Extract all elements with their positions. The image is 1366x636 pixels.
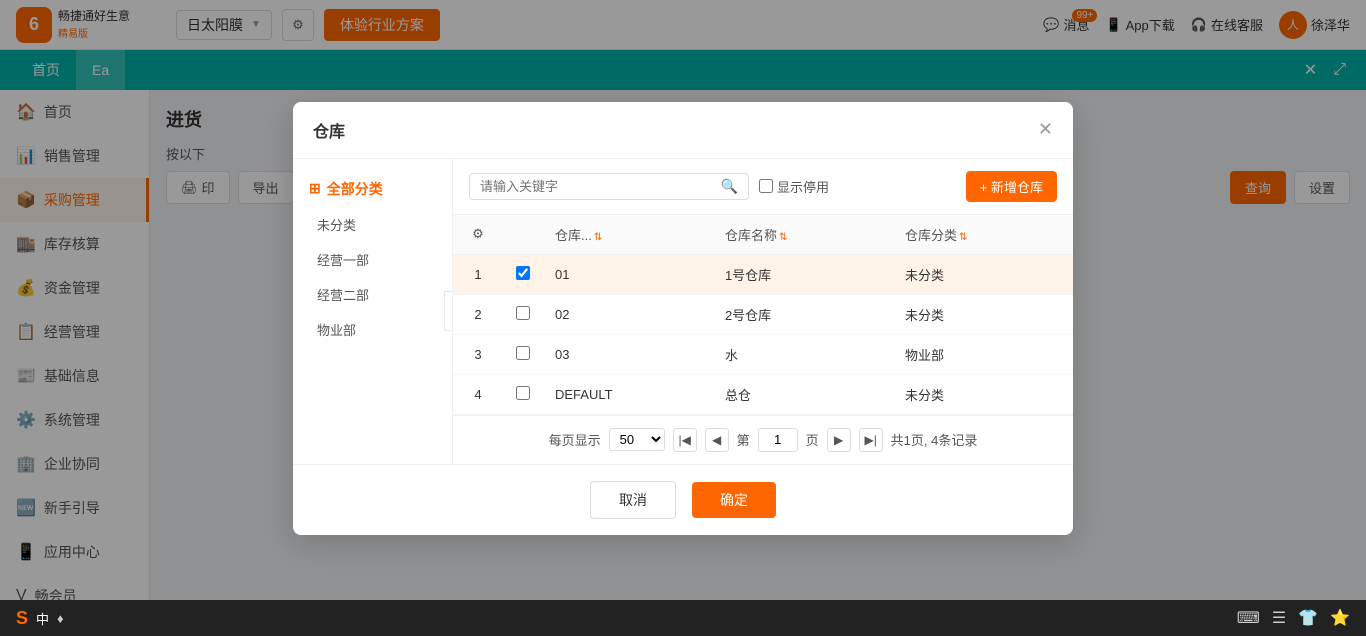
row-checkbox[interactable] (516, 386, 530, 400)
settings-col-icon: ⚙ (472, 226, 484, 241)
page-label: 第 (737, 430, 750, 449)
row-checkbox[interactable] (516, 266, 530, 280)
th-checkbox (503, 215, 543, 255)
cell-category: 未分类 (893, 374, 1073, 414)
cell-name: 总仓 (713, 374, 893, 414)
grid-icon: ⊞ (309, 180, 321, 197)
dialog-toolbar: 🔍 显示停用 + 新增仓库 (453, 159, 1073, 215)
row-checkbox[interactable] (516, 346, 530, 360)
pagination: 每页显示 501020100 |◀ ◀ 第 页 ▶ ▶| 共1页, 4条记录 (453, 415, 1073, 464)
add-warehouse-button[interactable]: + 新增仓库 (966, 171, 1057, 202)
page-unit: 页 (806, 430, 819, 449)
cell-category: 未分类 (893, 294, 1073, 334)
cell-name: 水 (713, 334, 893, 374)
cell-index: 4 (453, 374, 503, 414)
th-name[interactable]: 仓库名称⇅ (713, 215, 893, 255)
show-disabled-label[interactable]: 显示停用 (759, 177, 829, 196)
dialog-title: 仓库 (313, 118, 345, 142)
cell-index: 1 (453, 254, 503, 294)
page-input[interactable] (758, 428, 798, 452)
bottom-left: S 中 ♦ (16, 608, 64, 629)
cancel-button[interactable]: 取消 (590, 481, 676, 519)
table-header: ⚙ 仓库...⇅ 仓库名称⇅ 仓库分类⇅ (453, 215, 1073, 255)
table-row[interactable]: 3 03 水 物业部 (453, 334, 1073, 374)
cell-name: 1号仓库 (713, 254, 893, 294)
confirm-button[interactable]: 确定 (692, 482, 776, 518)
th-category[interactable]: 仓库分类⇅ (893, 215, 1073, 255)
cell-checkbox[interactable] (503, 374, 543, 414)
table-row[interactable]: 4 DEFAULT 总仓 未分类 (453, 374, 1073, 414)
cell-checkbox[interactable] (503, 254, 543, 294)
dialog-header: 仓库 ✕ (293, 102, 1073, 159)
tree-item-ops1[interactable]: 经营一部 (293, 242, 452, 277)
sort-category-icon: ⇅ (959, 232, 967, 243)
tree-item-ops2[interactable]: 经营二部 (293, 277, 452, 312)
cell-checkbox[interactable] (503, 334, 543, 374)
tree-root-item[interactable]: ⊞ 全部分类 (293, 171, 452, 207)
bottom-diamond-icon: ♦ (57, 611, 64, 626)
bottom-bar: S 中 ♦ ⌨ ☰ 👕 ⭐ (0, 600, 1366, 636)
sort-code-icon: ⇅ (594, 232, 602, 243)
search-input[interactable] (480, 179, 721, 194)
dialog-close-button[interactable]: ✕ (1038, 119, 1053, 140)
page-size-label: 每页显示 (549, 430, 601, 449)
search-box: 🔍 (469, 173, 749, 200)
dialog-overlay: 仓库 ✕ ⊞ 全部分类 未分类 经营一部 经营二部 物业部 《 (0, 0, 1366, 636)
cell-name: 2号仓库 (713, 294, 893, 334)
bottom-logo: S (16, 608, 28, 629)
warehouse-table: ⚙ 仓库...⇅ 仓库名称⇅ 仓库分类⇅ 1 01 1号仓库 未分类 (453, 215, 1073, 415)
prev-page-button[interactable]: ◀ (705, 428, 729, 452)
cell-index: 2 (453, 294, 503, 334)
menu-icon[interactable]: ☰ (1272, 608, 1286, 628)
table-row[interactable]: 1 01 1号仓库 未分类 (453, 254, 1073, 294)
collapse-panel-button[interactable]: 《 (444, 291, 453, 331)
star-icon[interactable]: ⭐ (1330, 608, 1350, 628)
table-body: 1 01 1号仓库 未分类 2 02 2号仓库 未分类 3 03 水 物业部 4… (453, 254, 1073, 414)
cell-category: 物业部 (893, 334, 1073, 374)
total-info: 共1页, 4条记录 (891, 430, 978, 449)
category-tree-panel: ⊞ 全部分类 未分类 经营一部 经营二部 物业部 《 (293, 159, 453, 464)
shirt-icon[interactable]: 👕 (1298, 608, 1318, 628)
dialog-right-panel: 🔍 显示停用 + 新增仓库 ⚙ (453, 159, 1073, 464)
dialog-table: ⚙ 仓库...⇅ 仓库名称⇅ 仓库分类⇅ 1 01 1号仓库 未分类 (453, 215, 1073, 415)
tree-item-property[interactable]: 物业部 (293, 312, 452, 347)
show-disabled-text: 显示停用 (777, 177, 829, 196)
dialog-body: ⊞ 全部分类 未分类 经营一部 经营二部 物业部 《 🔍 (293, 159, 1073, 464)
page-size-select[interactable]: 501020100 (609, 428, 665, 451)
sort-name-icon: ⇅ (779, 232, 787, 243)
next-page-button[interactable]: ▶ (827, 428, 851, 452)
dialog-footer: 取消 确定 (293, 464, 1073, 535)
show-disabled-checkbox[interactable] (759, 179, 773, 193)
row-checkbox[interactable] (516, 306, 530, 320)
search-icon: 🔍 (721, 178, 738, 195)
cell-code: 02 (543, 294, 713, 334)
cell-code: 01 (543, 254, 713, 294)
cell-code: 03 (543, 334, 713, 374)
warehouse-dialog: 仓库 ✕ ⊞ 全部分类 未分类 经营一部 经营二部 物业部 《 (293, 102, 1073, 535)
cell-checkbox[interactable] (503, 294, 543, 334)
bottom-zhong[interactable]: 中 (36, 609, 49, 628)
first-page-button[interactable]: |◀ (673, 428, 697, 452)
table-row[interactable]: 2 02 2号仓库 未分类 (453, 294, 1073, 334)
tree-root-label: 全部分类 (327, 179, 383, 199)
th-code[interactable]: 仓库...⇅ (543, 215, 713, 255)
tree-item-unclassified[interactable]: 未分类 (293, 207, 452, 242)
cell-category: 未分类 (893, 254, 1073, 294)
cell-code: DEFAULT (543, 374, 713, 414)
th-settings: ⚙ (453, 215, 503, 255)
cell-index: 3 (453, 334, 503, 374)
bottom-right: ⌨ ☰ 👕 ⭐ (1237, 608, 1350, 628)
last-page-button[interactable]: ▶| (859, 428, 883, 452)
keyboard-icon[interactable]: ⌨ (1237, 608, 1260, 628)
